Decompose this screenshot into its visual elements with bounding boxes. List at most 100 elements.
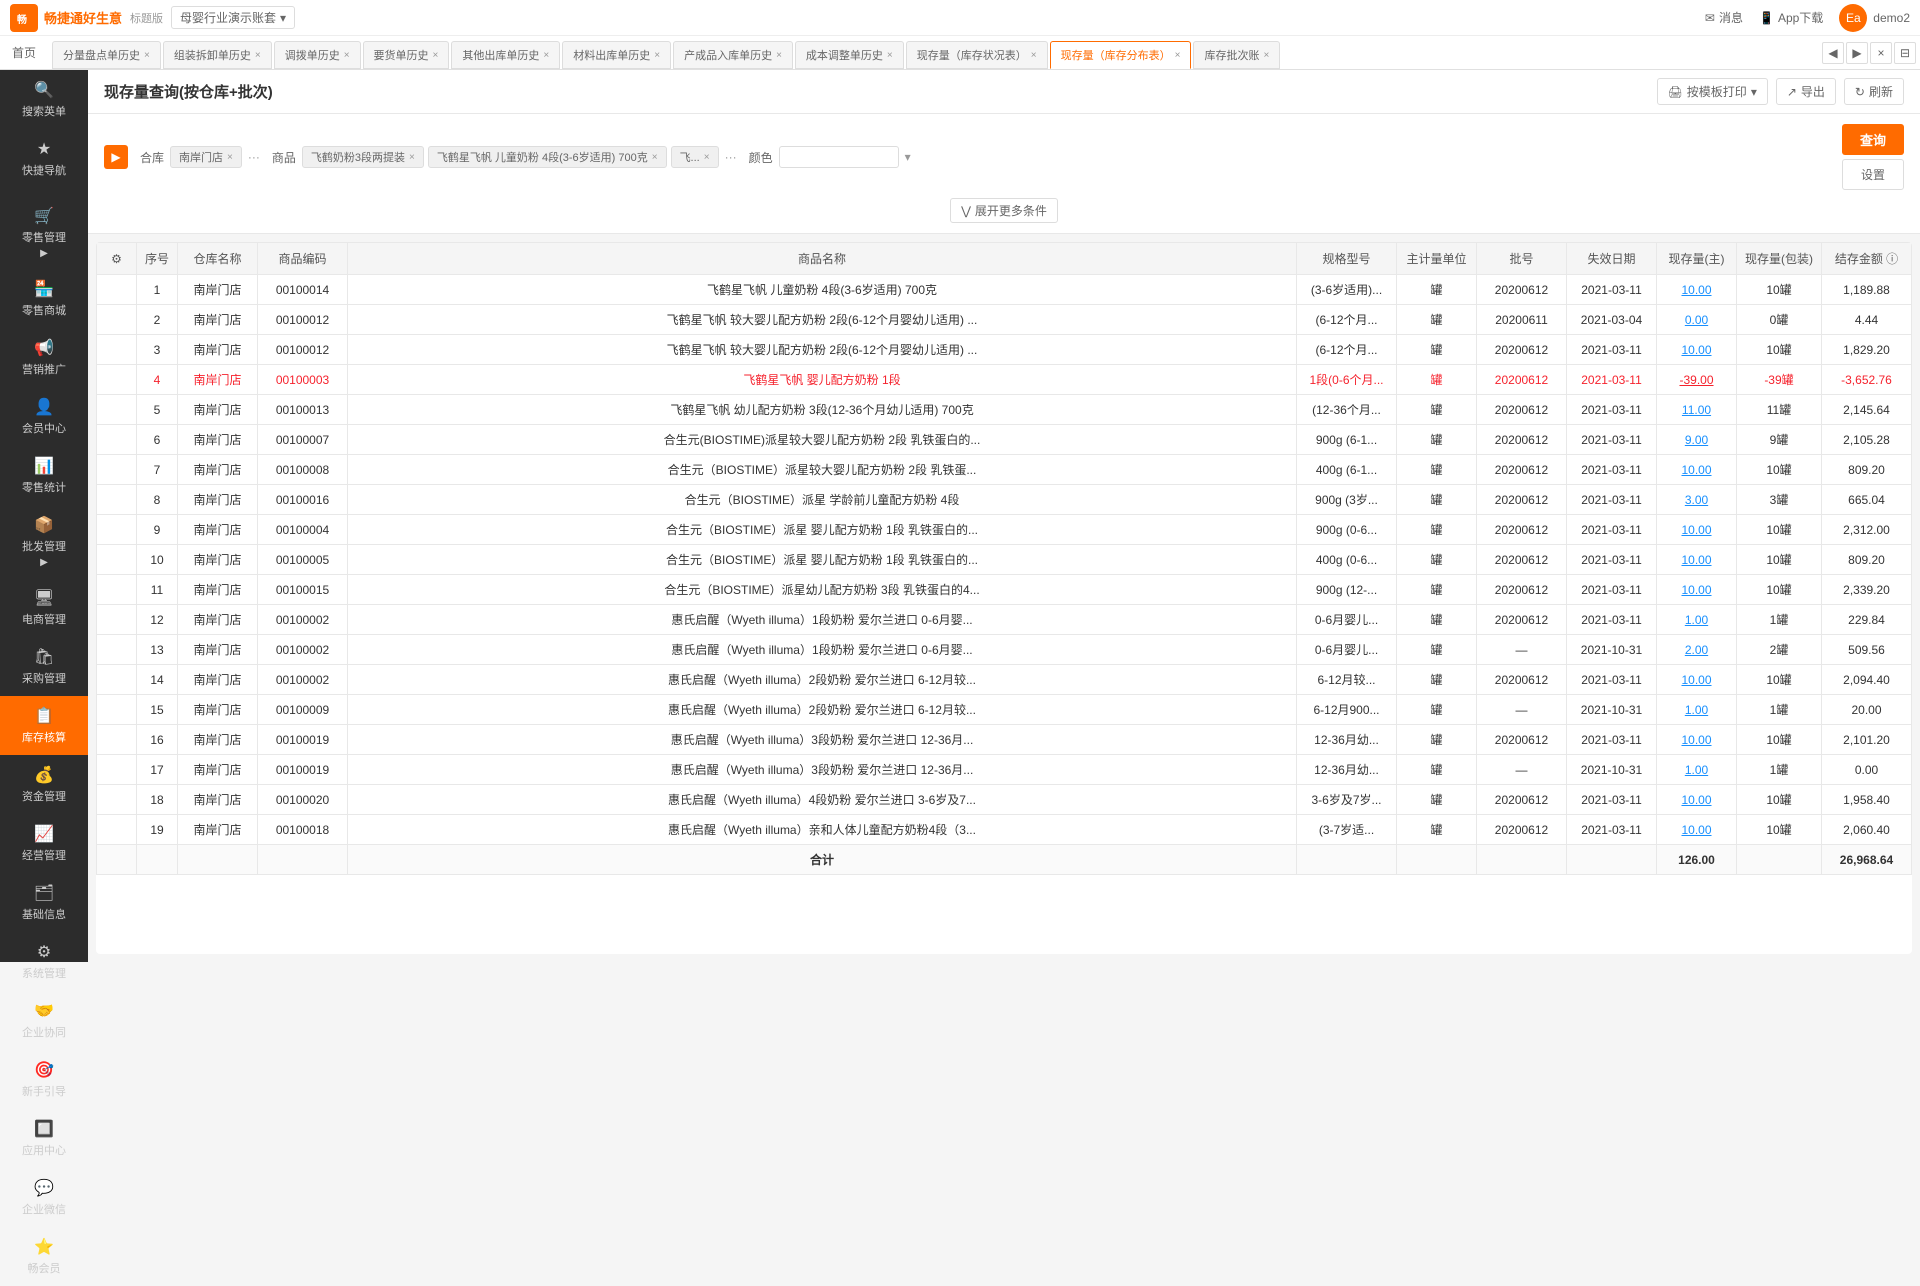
tab-close-t6[interactable]: ×	[654, 50, 660, 61]
table-cell[interactable]: 10.00	[1657, 665, 1737, 695]
filter-expand-btn[interactable]: ▶	[104, 145, 128, 169]
table-cell[interactable]: 10.00	[1657, 545, 1737, 575]
tab-t7[interactable]: 产成品入库单历史 ×	[673, 41, 793, 69]
tab-t1[interactable]: 分量盘点单历史 ×	[52, 41, 161, 69]
sidebar-item-member[interactable]: 👤 会员中心	[0, 387, 88, 446]
table-cell: 12	[137, 605, 178, 635]
tab-close-t10[interactable]: ×	[1175, 50, 1181, 61]
tab-close-t7[interactable]: ×	[776, 50, 782, 61]
table-cell[interactable]: 10.00	[1657, 455, 1737, 485]
tab-close-t3[interactable]: ×	[344, 50, 350, 61]
sidebar-item-ecommerce[interactable]: 🖥 电商管理	[0, 578, 88, 637]
app-download-btn[interactable]: 📱 App下载	[1759, 9, 1823, 26]
tab-t3[interactable]: 调拨单历史 ×	[274, 41, 361, 69]
company-selector[interactable]: 母婴行业演示账套 ▾	[171, 6, 295, 29]
sidebar-item-retailstats[interactable]: 📊 零售统计	[0, 446, 88, 505]
warehouse-tag-close[interactable]: ×	[227, 152, 233, 163]
product-tag-2-close[interactable]: ×	[652, 152, 658, 163]
product-tag-3-close[interactable]: ×	[704, 152, 710, 163]
sidebar-item-retail[interactable]: 🛒 零售管理 ▶	[0, 196, 88, 269]
sidebar-item-search[interactable]: 🔍 搜索英单	[0, 70, 88, 129]
table-row: 11南岸门店00100015合生元（BIOSTIME）派星幼儿配方奶粉 3段 乳…	[97, 575, 1912, 605]
sidebar-item-marketing[interactable]: 📢 营销推广	[0, 328, 88, 387]
warehouse-tag[interactable]: 南岸门店 ×	[170, 146, 242, 168]
filter-more-warehouse[interactable]: ···	[248, 150, 260, 164]
table-cell: 南岸门店	[178, 455, 258, 485]
sidebar-item-appcenter[interactable]: 🔲 应用中心	[0, 1109, 88, 1168]
table-cell[interactable]: 3.00	[1657, 485, 1737, 515]
tab-t5[interactable]: 其他出库单历史 ×	[451, 41, 560, 69]
expand-more-btn[interactable]: ⋁ 展开更多条件	[950, 198, 1058, 223]
table-body: 1南岸门店00100014飞鹤星飞帆 儿童奶粉 4段(3-6岁适用) 700克(…	[97, 275, 1912, 875]
table-cell[interactable]: 2.00	[1657, 635, 1737, 665]
color-filter-input[interactable]	[779, 146, 899, 168]
sidebar-item-newguide[interactable]: 🎯 新手引导	[0, 1050, 88, 1109]
sidebar-item-corpwechat[interactable]: 💬 企业微信	[0, 1168, 88, 1227]
table-cell[interactable]: 1.00	[1657, 695, 1737, 725]
color-dropdown-icon[interactable]: ▾	[905, 150, 911, 164]
table-cell[interactable]: 10.00	[1657, 275, 1737, 305]
table-cell: 809.20	[1822, 455, 1912, 485]
table-cell[interactable]: 10.00	[1657, 575, 1737, 605]
sidebar-item-inventory[interactable]: 📋 库存核算	[0, 696, 88, 755]
total-cell	[137, 845, 178, 875]
table-cell[interactable]: 10.00	[1657, 335, 1737, 365]
sidebar-item-purchase[interactable]: 🛍 采购管理	[0, 637, 88, 696]
tab-t4[interactable]: 要货单历史 ×	[363, 41, 450, 69]
table-cell[interactable]: 10.00	[1657, 515, 1737, 545]
tab-close-t2[interactable]: ×	[255, 50, 261, 61]
quicknav-icon: ★	[37, 139, 51, 159]
sidebar-item-basicinfo[interactable]: 🗂 基础信息	[0, 873, 88, 932]
sidebar-item-enterprise[interactable]: 🤝 企业协同	[0, 991, 88, 1050]
tab-prev-btn[interactable]: ◀	[1822, 42, 1844, 64]
tab-close-t11[interactable]: ×	[1263, 50, 1269, 61]
sidebar-item-quicknav[interactable]: ★ 快捷导航	[0, 129, 88, 188]
tab-t9[interactable]: 现存量（库存状况表） ×	[906, 41, 1048, 69]
tab-close-t8[interactable]: ×	[887, 50, 893, 61]
refresh-btn[interactable]: ↻ 刷新	[1844, 78, 1904, 105]
product-tag-3[interactable]: 飞... ×	[671, 146, 719, 168]
tab-close-all-btn[interactable]: ×	[1870, 42, 1892, 64]
tab-next-btn[interactable]: ▶	[1846, 42, 1868, 64]
export-btn[interactable]: ↗ 导出	[1776, 78, 1836, 105]
product-tag-2[interactable]: 飞鹤星飞帆 儿童奶粉 4段(3-6岁适用) 700克 ×	[428, 146, 667, 168]
sidebar-item-operations[interactable]: 📈 经营管理	[0, 814, 88, 873]
tab-t11[interactable]: 库存批次账 ×	[1193, 41, 1280, 69]
table-cell[interactable]: 9.00	[1657, 425, 1737, 455]
table-cell[interactable]: 0.00	[1657, 305, 1737, 335]
filter-more-product[interactable]: ···	[725, 150, 737, 164]
query-btn[interactable]: 查询	[1842, 124, 1904, 155]
user-area[interactable]: Ea demo2	[1839, 4, 1910, 32]
template-print-btn[interactable]: 🖨 按模板打印 ▾	[1657, 78, 1768, 105]
table-cell[interactable]: 10.00	[1657, 815, 1737, 845]
sidebar-item-wholesale[interactable]: 📦 批发管理 ▶	[0, 505, 88, 578]
sidebar-item-finance[interactable]: 💰 资金管理	[0, 755, 88, 814]
messages-btn[interactable]: ✉ 消息	[1705, 9, 1743, 26]
tab-menu-btn[interactable]: ⊟	[1894, 42, 1916, 64]
table-cell[interactable]: 1.00	[1657, 755, 1737, 785]
tab-t10[interactable]: 现存量（库存分布表） ×	[1050, 41, 1192, 69]
tab-t2[interactable]: 组装拆卸单历史 ×	[163, 41, 272, 69]
tab-close-t1[interactable]: ×	[144, 50, 150, 61]
table-cell[interactable]: 10.00	[1657, 785, 1737, 815]
export-icon: ↗	[1787, 85, 1797, 99]
table-cell[interactable]: -39.00	[1657, 365, 1737, 395]
table-cell[interactable]: 1.00	[1657, 605, 1737, 635]
settings-btn[interactable]: 设置	[1842, 159, 1904, 190]
table-cell: 0-6月婴儿...	[1297, 605, 1397, 635]
table-cell: 罐	[1397, 275, 1477, 305]
home-tab[interactable]: 首页	[0, 39, 48, 67]
product-tag-1[interactable]: 飞鹤奶粉3段两提装 ×	[302, 146, 424, 168]
sidebar-item-vip[interactable]: ⭐ 畅会员	[0, 1227, 88, 1286]
sidebar-item-sysadmin[interactable]: ⚙ 系统管理	[0, 932, 88, 991]
table-cell[interactable]: 11.00	[1657, 395, 1737, 425]
tab-close-t4[interactable]: ×	[433, 50, 439, 61]
tab-close-t9[interactable]: ×	[1031, 50, 1037, 61]
tab-t6[interactable]: 材料出库单历史 ×	[562, 41, 671, 69]
product-tag-1-close[interactable]: ×	[409, 152, 415, 163]
tab-t8[interactable]: 成本调整单历史 ×	[795, 41, 904, 69]
tab-close-t5[interactable]: ×	[543, 50, 549, 61]
th-settings[interactable]: ⚙	[97, 243, 137, 275]
sidebar-item-mall[interactable]: 🏪 零售商城	[0, 269, 88, 328]
table-cell[interactable]: 10.00	[1657, 725, 1737, 755]
